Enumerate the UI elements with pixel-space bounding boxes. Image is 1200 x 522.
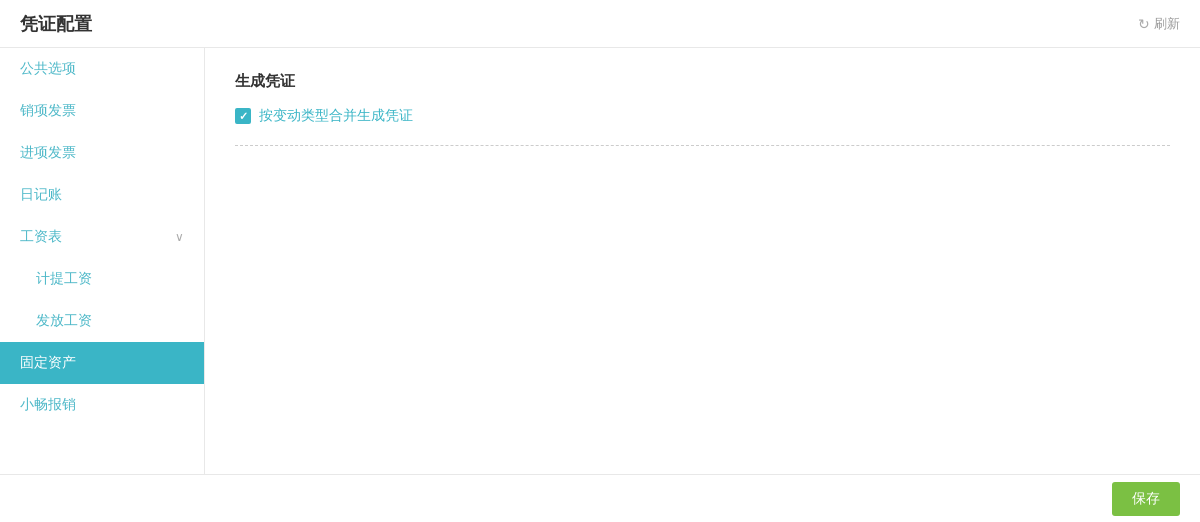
save-button[interactable]: 保存 [1112, 482, 1180, 516]
sidebar-item-purchase-invoice[interactable]: 进项发票 [0, 132, 204, 174]
sidebar-item-label: 销项发票 [20, 102, 76, 120]
main-content: 生成凭证 按变动类型合并生成凭证 [205, 48, 1200, 474]
merge-checkbox-label[interactable]: 按变动类型合并生成凭证 [259, 107, 413, 125]
sidebar-item-label: 固定资产 [20, 354, 76, 372]
refresh-label: 刷新 [1154, 15, 1180, 33]
sidebar-item-journal[interactable]: 日记账 [0, 174, 204, 216]
sidebar-item-label: 公共选项 [20, 60, 76, 78]
refresh-button[interactable]: ↻ 刷新 [1138, 15, 1180, 33]
sidebar-item-calc-salary[interactable]: 计提工资 [0, 258, 204, 300]
sidebar-item-label: 进项发票 [20, 144, 76, 162]
sidebar-item-label: 小畅报销 [20, 396, 76, 414]
page-title: 凭证配置 [20, 12, 92, 36]
sidebar-item-expense[interactable]: 小畅报销 [0, 384, 204, 426]
chevron-down-icon: ∨ [175, 230, 184, 244]
sidebar-item-fixed-assets[interactable]: 固定资产 [0, 342, 204, 384]
sidebar-item-label: 发放工资 [36, 312, 92, 330]
sidebar-item-public[interactable]: 公共选项 [0, 48, 204, 90]
sidebar-item-label: 工资表 [20, 228, 62, 246]
footer: 保存 [0, 474, 1200, 522]
sidebar-item-issue-salary[interactable]: 发放工资 [0, 300, 204, 342]
section-title: 生成凭证 [235, 72, 1170, 91]
checkbox-row: 按变动类型合并生成凭证 [235, 107, 1170, 125]
content-area: 公共选项销项发票进项发票日记账工资表 ∨ 计提工资发放工资固定资产小畅报销 生成凭证… [0, 48, 1200, 474]
sidebar-item-payroll[interactable]: 工资表 ∨ [0, 216, 204, 258]
page-header: 凭证配置 ↻ 刷新 [0, 0, 1200, 48]
section-divider [235, 145, 1170, 146]
sidebar-item-label: 日记账 [20, 186, 62, 204]
sidebar-item-label: 计提工资 [36, 270, 92, 288]
merge-checkbox[interactable] [235, 108, 251, 124]
refresh-icon: ↻ [1138, 16, 1150, 32]
sidebar: 公共选项销项发票进项发票日记账工资表 ∨ 计提工资发放工资固定资产小畅报销 [0, 48, 205, 474]
sidebar-item-sales-invoice[interactable]: 销项发票 [0, 90, 204, 132]
